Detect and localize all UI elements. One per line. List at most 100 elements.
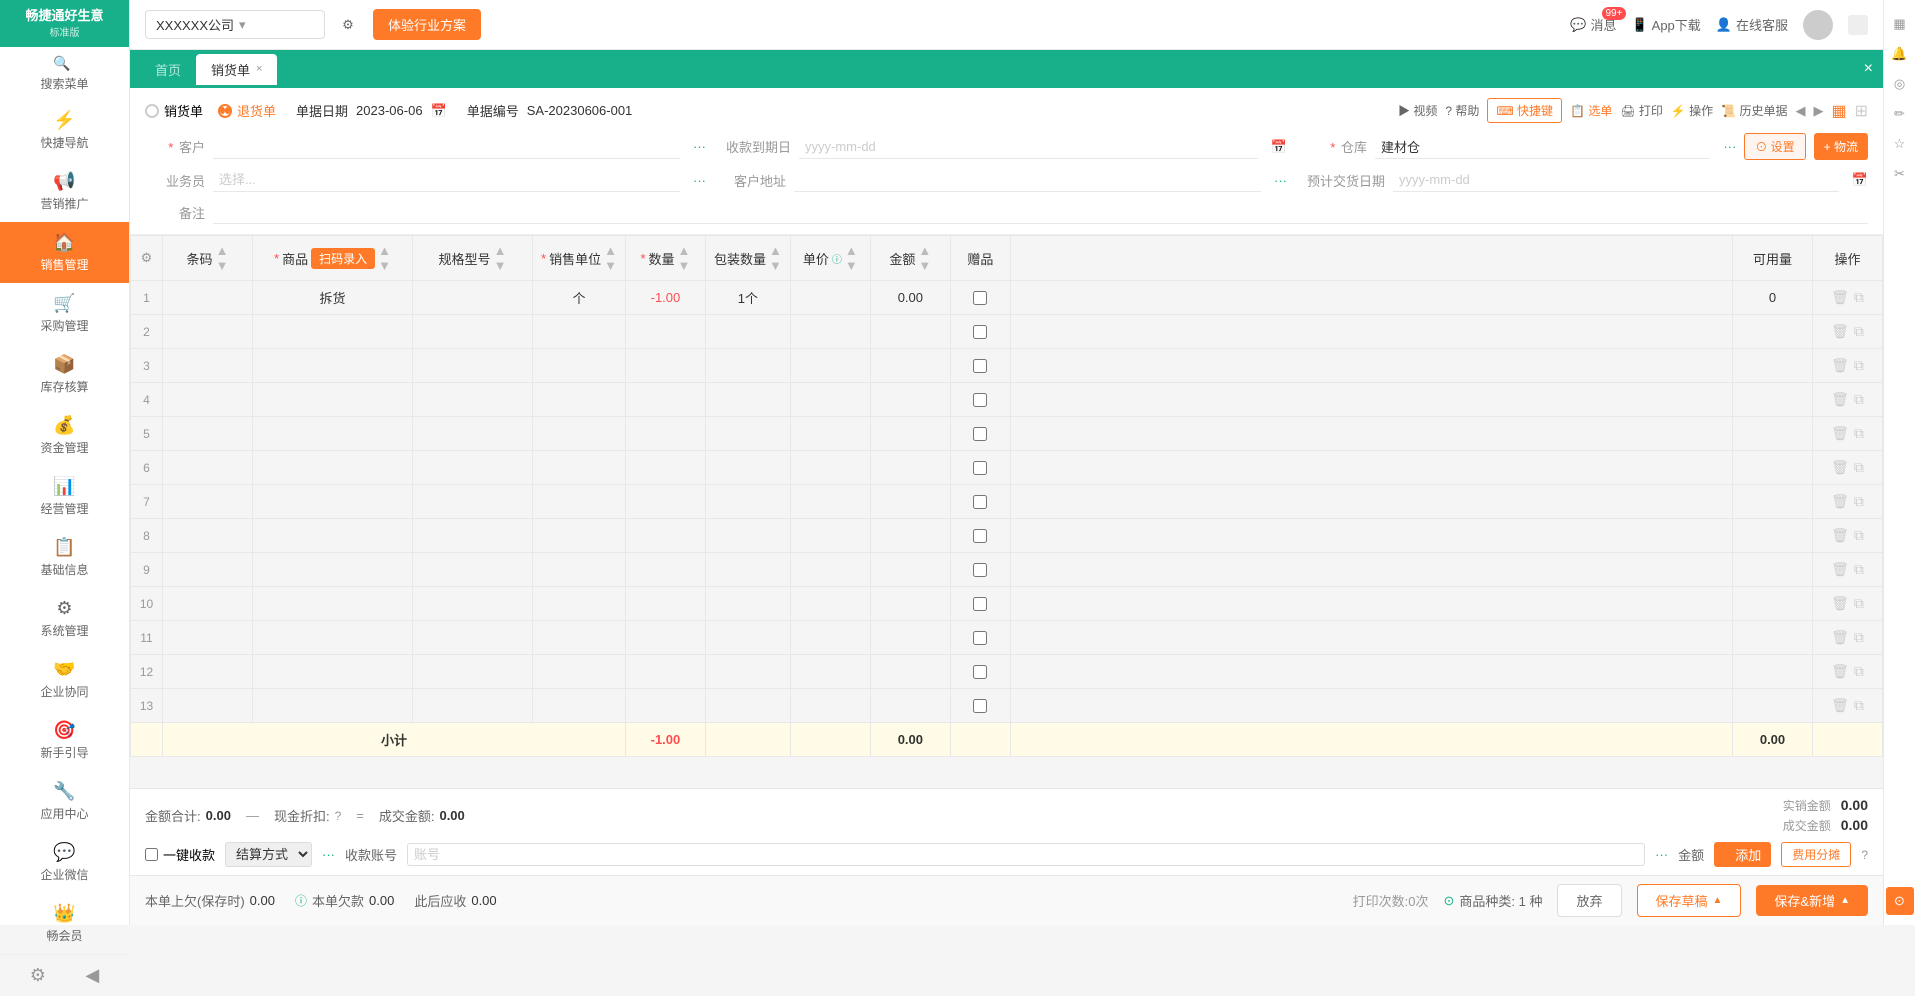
toolbar-select-btn[interactable]: 📋 选单 [1570,102,1612,119]
fee-allocation-button[interactable]: 费用分摊 [1781,842,1851,867]
right-panel-edit-btn[interactable]: ✏ [1886,100,1914,128]
delete-row-icon[interactable]: 🗑 [1831,459,1849,476]
date-value[interactable]: 2023-06-06 [356,103,423,118]
calendar-icon[interactable]: 📅 [431,103,447,119]
right-panel-bell-btn[interactable]: 🔔 [1886,40,1914,68]
copy-row-icon[interactable]: ⧉ [1854,391,1864,408]
th-settings[interactable]: ⚙ [131,236,163,281]
settings-gear-button[interactable]: ⚙ [333,10,363,40]
save-new-button[interactable]: 保存&新增 ▲ [1756,885,1868,916]
sidebar-item-guide[interactable]: 🎯 新手引导 [0,710,129,771]
customer-addr-input[interactable] [794,168,1261,192]
return-order-radio[interactable]: 退货单 [218,101,276,120]
copy-row-icon[interactable]: ⧉ [1854,493,1864,510]
pkgqty-cell[interactable]: 1个 [705,281,790,315]
settlement-select[interactable]: 结算方式 [225,842,312,867]
setting-button[interactable]: ⊙ 设置 [1744,133,1805,160]
id-value[interactable]: SA-20230606-001 [527,103,633,118]
toolbar-print-btn[interactable]: 🖨 打印 [1620,102,1663,119]
copy-row-icon[interactable]: ⧉ [1854,663,1864,680]
copy-row-icon[interactable]: ⧉ [1854,459,1864,476]
copy-row-icon[interactable]: ⧉ [1854,595,1864,612]
toolbar-video-btn[interactable]: ▶ 视频 [1398,102,1437,119]
sidebar-item-inventory[interactable]: 📦 库存核算 [0,344,129,405]
product-cell[interactable]: 拆货 [253,281,413,315]
sidebar-item-marketing[interactable]: 📢 营销推广 [0,161,129,222]
one-click-checkbox[interactable] [145,848,158,861]
user-avatar-2[interactable] [1848,15,1868,35]
discard-button[interactable]: 放弃 [1557,884,1621,917]
online-service-button[interactable]: 👤 在线客服 [1716,15,1788,34]
delete-row-icon[interactable]: 🗑 [1831,323,1849,340]
receivable-calendar-icon[interactable]: 📅 [1271,139,1287,155]
copy-row-icon[interactable]: ⧉ [1854,629,1864,646]
spec-cell[interactable] [413,281,533,315]
app-download-button[interactable]: 📱 App下载 [1631,15,1700,34]
expected-date-calendar-icon[interactable]: 📅 [1852,172,1868,188]
barcode-cell[interactable] [163,281,253,315]
remarks-input[interactable] [213,200,1868,224]
sidebar-collapse-icon[interactable]: ◀ [85,965,99,986]
tabbar-close-icon[interactable]: × [1864,60,1873,78]
delete-row-icon[interactable]: 🗑 [1831,289,1849,306]
sidebar-item-sales[interactable]: 🏠 销售管理 [0,222,129,283]
save-draft-button[interactable]: 保存草稿 ▲ [1637,884,1742,917]
sidebar-item-enterprise[interactable]: 🤝 企业协同 [0,649,129,710]
sidebar-item-basic[interactable]: 📋 基础信息 [0,527,129,588]
unit-cell[interactable]: 个 [533,281,626,315]
account-more-icon[interactable]: ··· [1655,847,1668,862]
discount-help-icon[interactable]: ? [335,809,342,823]
message-button[interactable]: 💬 消息 99+ [1570,15,1616,34]
tab-sales-order[interactable]: 销货单 × [196,54,277,85]
warehouse-input[interactable] [1375,135,1710,159]
delete-row-icon[interactable]: 🗑 [1831,697,1849,714]
expected-date-input[interactable] [1393,168,1839,192]
company-selector[interactable]: XXXXXX公司 ▾ [145,10,325,39]
sidebar-item-purchase[interactable]: 🛒 采购管理 [0,283,129,344]
right-panel-target-btn[interactable]: ◎ [1886,70,1914,98]
right-panel-star-btn[interactable]: ☆ [1886,130,1914,158]
customer-more-icon[interactable]: ··· [693,139,706,154]
copy-row-icon[interactable]: ⧉ [1854,357,1864,374]
gift-cell[interactable] [950,281,1010,315]
qty-cell[interactable]: -1.00 [625,281,705,315]
delete-row-icon[interactable]: 🗑 [1831,629,1849,646]
trial-button[interactable]: 体验行业方案 [373,9,481,40]
salesperson-more-icon[interactable]: ··· [693,173,706,188]
salesperson-input[interactable] [213,168,680,192]
delete-row-icon[interactable]: 🗑 [1831,425,1849,442]
delete-row-icon[interactable]: 🗑 [1831,527,1849,544]
customer-input[interactable] [213,135,680,159]
sidebar-item-member[interactable]: 👑 畅会员 [0,893,129,954]
toolbar-prev-icon[interactable]: ◀ [1795,103,1805,119]
toolbar-grid-view-icon[interactable]: ⊞ [1855,101,1868,121]
sidebar-item-search[interactable]: 🔍 搜索菜单 [0,47,129,100]
copy-row-icon[interactable]: ⧉ [1854,289,1864,306]
copy-row-icon[interactable]: ⧉ [1854,425,1864,442]
toolbar-operation-btn[interactable]: ⚡ 操作 [1671,102,1713,119]
sidebar-item-finance[interactable]: 💰 资金管理 [0,405,129,466]
one-click-payment[interactable]: 一键收款 [145,845,215,864]
copy-row-icon[interactable]: ⧉ [1854,561,1864,578]
scan-button[interactable]: 扫码录入 [311,248,375,269]
logistics-button[interactable]: + 物流 [1814,133,1868,160]
right-panel-orange-btn[interactable]: ⊙ [1886,887,1914,915]
receivable-date-input[interactable] [799,135,1258,159]
copy-row-icon[interactable]: ⧉ [1854,527,1864,544]
copy-row-icon[interactable]: ⧉ [1854,323,1864,340]
price-cell[interactable] [790,281,870,315]
delete-row-icon[interactable]: 🗑 [1831,663,1849,680]
user-avatar[interactable] [1803,10,1833,40]
add-payment-button[interactable]: ● 添加 [1714,842,1771,867]
toolbar-help-btn[interactable]: ? 帮助 [1445,102,1479,119]
copy-row-icon[interactable]: ⧉ [1854,697,1864,714]
delete-row-icon[interactable]: 🗑 [1831,391,1849,408]
sidebar-settings-icon[interactable]: ⚙ [30,965,46,986]
product-type-radio[interactable]: ⊙ [1444,893,1455,909]
toolbar-next-icon[interactable]: ▶ [1813,103,1823,119]
toolbar-history-btn[interactable]: 📜 历史单据 [1721,102,1787,119]
amount-cell[interactable]: 0.00 [870,281,950,315]
fee-help-icon[interactable]: ? [1861,848,1868,862]
sidebar-item-operation[interactable]: 📊 经营管理 [0,466,129,527]
delete-row-icon[interactable]: 🗑 [1831,595,1849,612]
